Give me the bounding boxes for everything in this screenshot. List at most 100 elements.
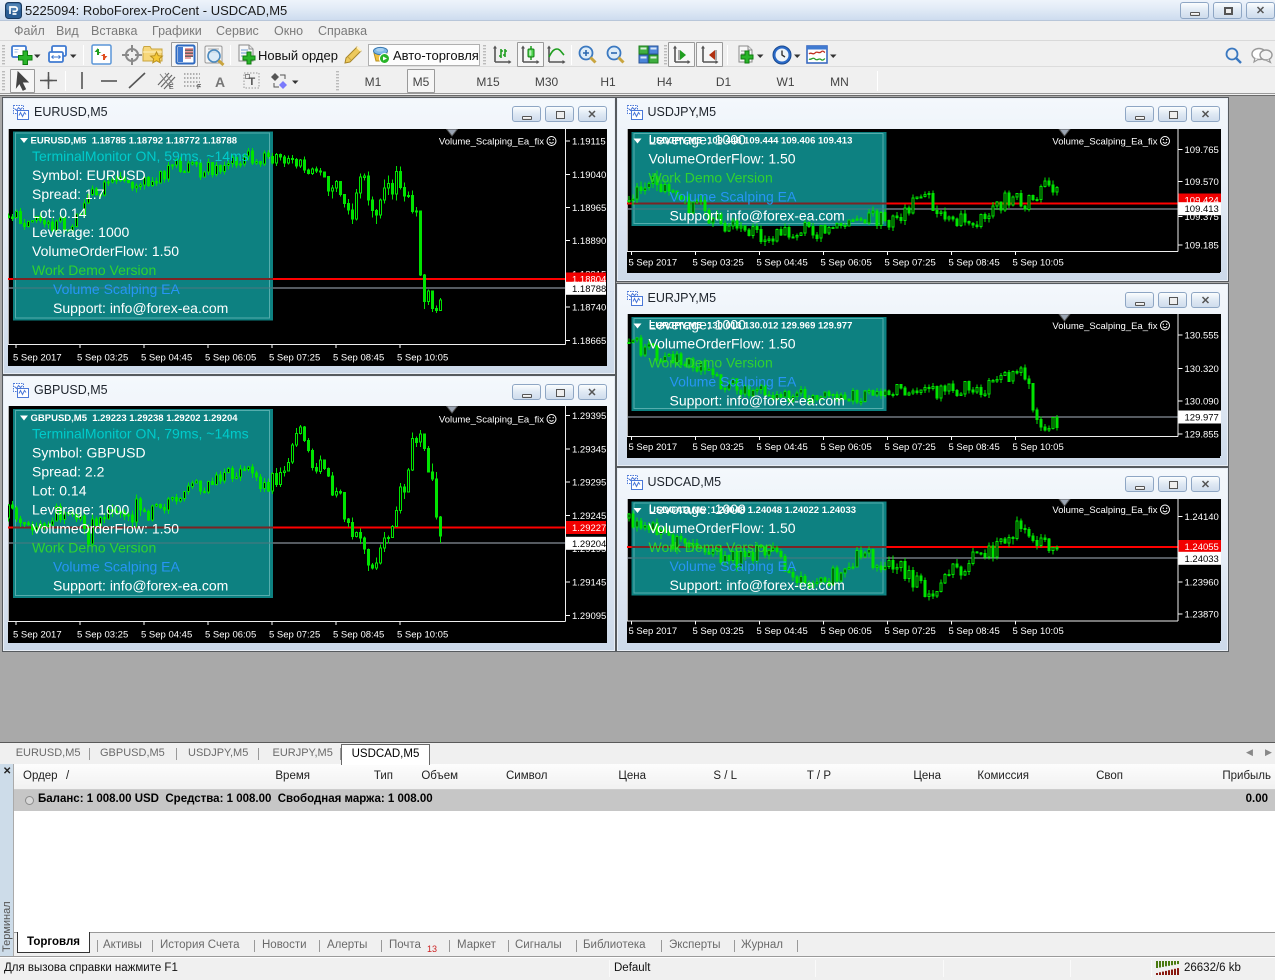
svg-text:Volume Scalping EA: Volume Scalping EA <box>669 374 797 390</box>
svg-text:129.977: 129.977 <box>1184 413 1218 424</box>
svg-text:1.23870: 1.23870 <box>1184 609 1218 620</box>
svg-text:5 Sep 04:45: 5 Sep 04:45 <box>756 442 807 453</box>
svg-text:109.570: 109.570 <box>1184 177 1218 188</box>
svg-text:TerminalMonitor ON, 59ms, ~14m: TerminalMonitor ON, 59ms, ~14ms <box>32 148 249 164</box>
svg-text:Volume Scalping EA: Volume Scalping EA <box>53 559 181 575</box>
svg-text:5 Sep 03:25: 5 Sep 03:25 <box>692 257 743 268</box>
svg-text:Volume_Scalping_Ea_fix: Volume_Scalping_Ea_fix <box>439 136 544 147</box>
svg-text:5 Sep 2017: 5 Sep 2017 <box>628 442 677 453</box>
svg-text:VolumeOrderFlow: 1.50: VolumeOrderFlow: 1.50 <box>648 336 795 352</box>
svg-text:1.24033: 1.24033 <box>1184 553 1218 564</box>
svg-text:109.185: 109.185 <box>1184 240 1218 251</box>
svg-text:Volume Scalping EA: Volume Scalping EA <box>669 188 797 204</box>
svg-text:5 Sep 07:25: 5 Sep 07:25 <box>884 442 935 453</box>
svg-text:129.855: 129.855 <box>1184 430 1218 441</box>
svg-text:Leverage: 1000: Leverage: 1000 <box>648 131 746 147</box>
svg-text:Work Demo Version: Work Demo Version <box>32 540 156 556</box>
svg-text:109.413: 109.413 <box>1184 204 1218 215</box>
svg-text:TerminalMonitor ON, 79ms, ~14m: TerminalMonitor ON, 79ms, ~14ms <box>32 426 249 442</box>
svg-text:5 Sep 2017: 5 Sep 2017 <box>13 352 62 363</box>
svg-text:1.29345: 1.29345 <box>572 444 606 455</box>
svg-text:5 Sep 07:25: 5 Sep 07:25 <box>884 626 935 637</box>
svg-text:1.24055: 1.24055 <box>1184 542 1218 553</box>
svg-text:5 Sep 2017: 5 Sep 2017 <box>13 630 62 641</box>
svg-text:5 Sep 04:45: 5 Sep 04:45 <box>141 630 192 641</box>
svg-text:Spread: 2.2: Spread: 2.2 <box>32 464 105 480</box>
svg-text:Leverage: 1000: Leverage: 1000 <box>32 502 130 518</box>
svg-text:E: E <box>169 84 174 90</box>
svg-text:Work Demo Version: Work Demo Version <box>648 355 772 371</box>
svg-text:1.29227: 1.29227 <box>572 523 606 534</box>
svg-text:VolumeOrderFlow: 1.50: VolumeOrderFlow: 1.50 <box>32 243 179 259</box>
svg-text:5 Sep 06:05: 5 Sep 06:05 <box>820 442 871 453</box>
svg-text:1.24140: 1.24140 <box>1184 512 1218 523</box>
svg-text:5 Sep 10:05: 5 Sep 10:05 <box>1012 257 1063 268</box>
svg-text:5 Sep 08:45: 5 Sep 08:45 <box>948 626 999 637</box>
svg-text:Support: info@forex-ea.com: Support: info@forex-ea.com <box>53 300 228 316</box>
svg-text:5 Sep 10:05: 5 Sep 10:05 <box>1012 626 1063 637</box>
svg-text:5 Sep 06:05: 5 Sep 06:05 <box>820 257 871 268</box>
svg-text:1.29145: 1.29145 <box>572 578 606 589</box>
svg-text:Volume_Scalping_Ea_fix: Volume_Scalping_Ea_fix <box>439 415 544 426</box>
svg-text:1.29095: 1.29095 <box>572 611 606 622</box>
svg-text:5 Sep 08:45: 5 Sep 08:45 <box>948 257 999 268</box>
svg-text:5 Sep 08:45: 5 Sep 08:45 <box>333 352 384 363</box>
svg-text:5 Sep 2017: 5 Sep 2017 <box>628 626 677 637</box>
svg-text:1.19040: 1.19040 <box>572 169 606 180</box>
svg-text:130.090: 130.090 <box>1184 396 1218 407</box>
svg-text:Symbol: EURUSD: Symbol: EURUSD <box>32 167 146 183</box>
svg-text:1.18665: 1.18665 <box>572 335 606 346</box>
svg-text:5 Sep 06:05: 5 Sep 06:05 <box>820 626 871 637</box>
svg-text:Lot: 0.14: Lot: 0.14 <box>32 483 87 499</box>
svg-text:Volume_Scalping_Ea_fix: Volume_Scalping_Ea_fix <box>1052 136 1157 147</box>
svg-text:Symbol: GBPUSD: Symbol: GBPUSD <box>32 445 146 461</box>
svg-text:1.29245: 1.29245 <box>572 511 606 522</box>
svg-text:1.18788: 1.18788 <box>572 283 606 294</box>
svg-text:1.29395: 1.29395 <box>572 411 606 422</box>
svg-text:Volume_Scalping_Ea_fix: Volume_Scalping_Ea_fix <box>1052 321 1157 332</box>
svg-text:Leverage: 1000: Leverage: 1000 <box>648 317 746 333</box>
svg-text:F: F <box>197 84 201 90</box>
svg-text:5 Sep 08:45: 5 Sep 08:45 <box>333 630 384 641</box>
svg-text:GBPUSD,M5 1.29223 1.29238 1.2: GBPUSD,M5 1.29223 1.29238 1.29202 1.2920… <box>31 413 239 424</box>
svg-text:5 Sep 07:25: 5 Sep 07:25 <box>884 257 935 268</box>
svg-text:Support: info@forex-ea.com: Support: info@forex-ea.com <box>669 393 844 409</box>
svg-text:Work Demo Version: Work Demo Version <box>32 262 156 278</box>
svg-text:Lot: 0.14: Lot: 0.14 <box>32 205 87 221</box>
svg-text:1.29204: 1.29204 <box>572 539 606 550</box>
svg-text:5 Sep 10:05: 5 Sep 10:05 <box>397 352 448 363</box>
svg-text:5 Sep 06:05: 5 Sep 06:05 <box>205 352 256 363</box>
svg-text:5 Sep 04:45: 5 Sep 04:45 <box>756 257 807 268</box>
svg-text:130.555: 130.555 <box>1184 331 1218 342</box>
svg-text:EURUSD,M5 1.18785 1.18792 1.1: EURUSD,M5 1.18785 1.18792 1.18772 1.1878… <box>31 135 238 146</box>
svg-text:1.29295: 1.29295 <box>572 478 606 489</box>
svg-text:130.320: 130.320 <box>1184 364 1218 375</box>
svg-text:5 Sep 10:05: 5 Sep 10:05 <box>1012 442 1063 453</box>
svg-text:5 Sep 06:05: 5 Sep 06:05 <box>205 630 256 641</box>
svg-text:Volume Scalping EA: Volume Scalping EA <box>669 558 797 574</box>
svg-text:1.18890: 1.18890 <box>572 236 606 247</box>
svg-text:Volume_Scalping_Ea_fix: Volume_Scalping_Ea_fix <box>1052 505 1157 516</box>
svg-text:5 Sep 03:25: 5 Sep 03:25 <box>77 630 128 641</box>
svg-text:Volume Scalping EA: Volume Scalping EA <box>53 281 181 297</box>
svg-text:5 Sep 2017: 5 Sep 2017 <box>628 257 677 268</box>
svg-text:Leverage: 1000: Leverage: 1000 <box>648 501 746 517</box>
svg-text:Leverage: 1000: Leverage: 1000 <box>32 224 130 240</box>
svg-text:Support: info@forex-ea.com: Support: info@forex-ea.com <box>669 207 844 223</box>
svg-text:5 Sep 04:45: 5 Sep 04:45 <box>141 352 192 363</box>
svg-text:VolumeOrderFlow: 1.50: VolumeOrderFlow: 1.50 <box>648 520 795 536</box>
svg-text:Support: info@forex-ea.com: Support: info@forex-ea.com <box>669 577 844 593</box>
svg-text:5 Sep 03:25: 5 Sep 03:25 <box>692 626 743 637</box>
svg-text:5 Sep 04:45: 5 Sep 04:45 <box>756 626 807 637</box>
svg-text:109.765: 109.765 <box>1184 145 1218 156</box>
svg-text:5 Sep 03:25: 5 Sep 03:25 <box>77 352 128 363</box>
svg-text:5 Sep 07:25: 5 Sep 07:25 <box>269 630 320 641</box>
svg-text:5 Sep 08:45: 5 Sep 08:45 <box>948 442 999 453</box>
svg-text:T: T <box>249 76 256 88</box>
svg-text:5 Sep 03:25: 5 Sep 03:25 <box>692 442 743 453</box>
svg-text:1.18740: 1.18740 <box>572 302 606 313</box>
svg-text:1.19115: 1.19115 <box>572 136 606 147</box>
svg-text:1.18965: 1.18965 <box>572 203 606 214</box>
svg-text:Spread: 1.7: Spread: 1.7 <box>32 186 105 202</box>
svg-text:VolumeOrderFlow: 1.50: VolumeOrderFlow: 1.50 <box>648 150 795 166</box>
